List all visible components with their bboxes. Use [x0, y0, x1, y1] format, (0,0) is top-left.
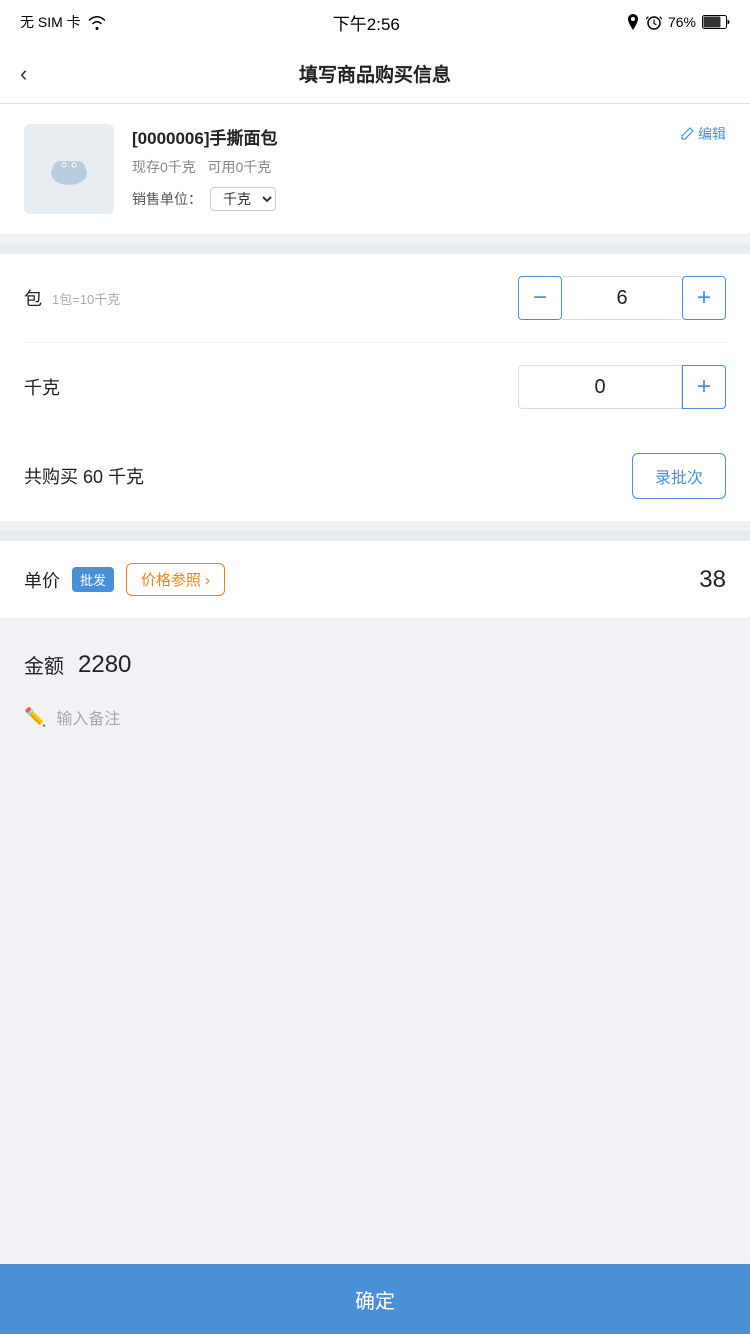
summary-text: 共购买 60 千克 — [24, 463, 144, 489]
pack-label: 包 1包=10千克 — [24, 285, 120, 311]
product-stock: 现存0千克 可用0千克 — [132, 157, 726, 177]
status-time: 下午2:56 — [333, 10, 400, 35]
product-name: [0000006]手撕面包 — [132, 124, 278, 149]
product-card: [0000006]手撕面包 编辑 现存0千克 可用0千克 销售单位： 千克 — [0, 104, 750, 234]
product-thumbnail — [24, 124, 114, 214]
confirm-button[interactable]: 确定 — [0, 1264, 750, 1334]
amount-label: 金额 — [24, 650, 64, 679]
pack-decrement-button[interactable]: − — [518, 276, 562, 320]
price-ref-button[interactable]: 价格参照 › — [126, 563, 225, 596]
price-row: 单价 批发 价格参照 › 38 — [24, 563, 726, 596]
unit-select[interactable]: 千克 — [210, 187, 276, 211]
battery-icon — [702, 15, 730, 29]
edit-icon — [680, 127, 694, 141]
batch-button[interactable]: 录批次 — [632, 453, 726, 499]
back-button[interactable]: ‹ — [20, 61, 27, 87]
battery-text: 76% — [668, 14, 696, 30]
price-section: 单价 批发 价格参照 › 38 — [0, 541, 750, 618]
status-left: 无 SIM 卡 — [20, 12, 107, 32]
carrier-text: 无 SIM 卡 — [20, 12, 81, 32]
status-right: 76% — [626, 14, 730, 30]
amount-row: 金额 2280 — [24, 650, 726, 679]
pack-input-section: 包 1包=10千克 − + 千克 + — [0, 254, 750, 431]
note-row[interactable]: ✏️ 输入备注 — [24, 695, 726, 739]
summary-section: 共购买 60 千克 录批次 — [0, 431, 750, 521]
divider-1 — [0, 244, 750, 254]
product-info: [0000006]手撕面包 编辑 现存0千克 可用0千克 销售单位： 千克 — [132, 124, 726, 211]
kg-qty-input[interactable] — [518, 365, 682, 409]
wifi-icon — [87, 15, 107, 30]
page-title: 填写商品购买信息 — [299, 60, 451, 87]
price-tag: 批发 — [72, 567, 114, 592]
kg-input-row: 千克 + — [24, 343, 726, 431]
product-title-row: [0000006]手撕面包 编辑 — [132, 124, 726, 149]
pack-input-row: 包 1包=10千克 − + — [24, 254, 726, 343]
product-logo-icon — [45, 145, 93, 193]
divider-2 — [0, 531, 750, 541]
pack-hint: 1包=10千克 — [52, 289, 120, 308]
kg-qty-control: + — [518, 365, 726, 409]
pack-qty-input[interactable] — [562, 276, 682, 320]
edit-button[interactable]: 编辑 — [680, 124, 726, 144]
bottom-spacer — [0, 751, 750, 841]
location-icon — [626, 14, 640, 30]
price-value: 38 — [699, 566, 726, 594]
note-placeholder: 输入备注 — [56, 705, 120, 729]
price-label: 单价 — [24, 567, 60, 593]
amount-section: 金额 2280 ✏️ 输入备注 — [0, 628, 750, 751]
pencil-icon: ✏️ — [24, 707, 46, 728]
pack-qty-control: − + — [518, 276, 726, 320]
amount-value: 2280 — [78, 651, 131, 679]
alarm-icon — [646, 14, 662, 30]
status-bar: 无 SIM 卡 下午2:56 76% — [0, 0, 750, 44]
product-unit-row: 销售单位： 千克 — [132, 187, 726, 211]
pack-increment-button[interactable]: + — [682, 276, 726, 320]
nav-bar: ‹ 填写商品购买信息 — [0, 44, 750, 104]
kg-label: 千克 — [24, 374, 60, 400]
kg-increment-button[interactable]: + — [682, 365, 726, 409]
